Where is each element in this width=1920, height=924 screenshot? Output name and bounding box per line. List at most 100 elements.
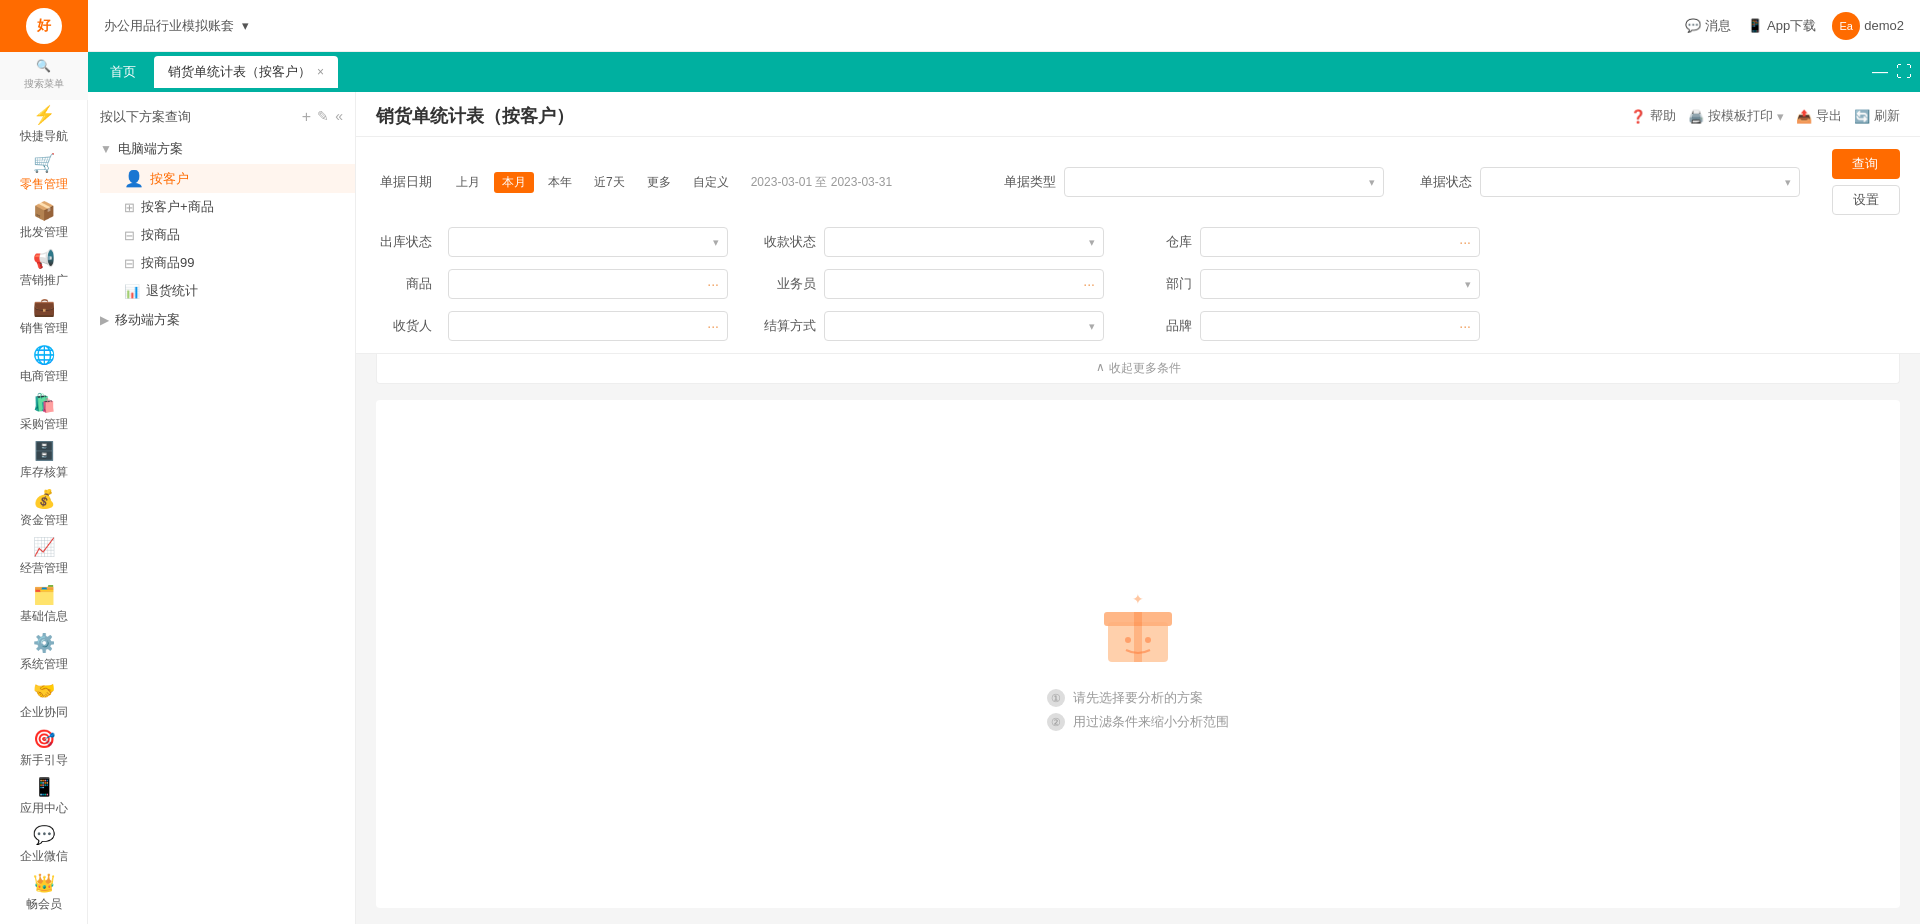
app-download-button[interactable]: 📱 App下载 xyxy=(1747,17,1816,35)
hint-num-1: ① xyxy=(1047,689,1065,707)
refresh-button[interactable]: 🔄 刷新 xyxy=(1854,107,1900,125)
tab-home[interactable]: 首页 xyxy=(96,56,150,88)
message-button[interactable]: 💬 消息 xyxy=(1685,17,1731,35)
date-btn-custom[interactable]: 自定义 xyxy=(685,172,737,193)
collapse-bar[interactable]: ∧ 收起更多条件 xyxy=(376,354,1900,384)
settlement-select[interactable]: ▾ xyxy=(824,311,1104,341)
content-area: 按以下方案查询 + ✎ « ▼ 电脑端方案 👤 按客户 ⊞ 按客 xyxy=(88,92,1920,924)
tab-active[interactable]: 销货单统计表（按客户） × xyxy=(154,56,338,88)
tree-item-return-stats[interactable]: 📊 退货统计 xyxy=(100,277,355,305)
salesperson-ellipsis[interactable]: ··· xyxy=(1083,276,1095,292)
warehouse-ellipsis[interactable]: ··· xyxy=(1459,234,1471,250)
tree-section-mobile[interactable]: ▶ 移动端方案 xyxy=(88,305,355,335)
sidebar-item-label: 企业协同 xyxy=(20,704,68,721)
product-input[interactable]: ··· xyxy=(448,269,728,299)
fullscreen-icon[interactable]: ⛶ xyxy=(1896,63,1912,81)
tab-close-icon[interactable]: × xyxy=(317,65,324,79)
sidebar-item-retail[interactable]: 🛒 零售管理 xyxy=(0,148,88,196)
out-status-select[interactable]: ▾ xyxy=(448,227,728,257)
brand-input[interactable]: ··· xyxy=(1200,311,1480,341)
receipt-status-dropdown-icon: ▾ xyxy=(1089,236,1095,249)
dept-select[interactable]: ▾ xyxy=(1200,269,1480,299)
filter-area: 单据日期 上月 本月 本年 近7天 更多 自定义 2023-03-01 至 20… xyxy=(356,137,1920,354)
consignee-input[interactable]: ··· xyxy=(448,311,728,341)
tree-item-by-customer[interactable]: 👤 按客户 xyxy=(100,164,355,193)
sidebar-item-enterprise[interactable]: 🤝 企业协同 xyxy=(0,676,88,724)
hint-num-2: ② xyxy=(1047,713,1065,731)
date-btn-last-month[interactable]: 上月 xyxy=(448,172,488,193)
sidebar-item-wholesale[interactable]: 📦 批发管理 xyxy=(0,196,88,244)
tree-section-mobile-label: 移动端方案 xyxy=(115,311,180,329)
sidebar-item-sales[interactable]: 💼 销售管理 xyxy=(0,292,88,340)
tabbar: 首页 销货单统计表（按客户） × — ⛶ xyxy=(88,52,1920,92)
salesperson-input[interactable]: ··· xyxy=(824,269,1104,299)
brand-ellipsis[interactable]: ··· xyxy=(1459,318,1471,334)
quicknav-icon: ⚡ xyxy=(33,104,55,126)
page-header: 销货单统计表（按客户） ❓ 帮助 🖨️ 按模板打印 ▾ 📤 导出 xyxy=(356,92,1920,137)
query-button[interactable]: 查询 xyxy=(1832,149,1900,179)
sidebar-item-wechat[interactable]: 💬 企业微信 xyxy=(0,820,88,868)
sidebar-item-purchase[interactable]: 🛍️ 采购管理 xyxy=(0,388,88,436)
brand-label: 品牌 xyxy=(1136,317,1192,335)
tree-item-customer-product[interactable]: ⊞ 按客户+商品 xyxy=(100,193,355,221)
filter-row-1: 单据日期 上月 本月 本年 近7天 更多 自定义 2023-03-01 至 20… xyxy=(376,149,1900,215)
sidebar-item-operations[interactable]: 📈 经营管理 xyxy=(0,532,88,580)
out-status-dropdown-icon: ▾ xyxy=(713,236,719,249)
tree-arrow-desktop: ▼ xyxy=(100,142,112,156)
sidebar-item-marketing[interactable]: 📢 营销推广 xyxy=(0,244,88,292)
consignee-ellipsis[interactable]: ··· xyxy=(707,318,719,334)
date-btn-this-month[interactable]: 本月 xyxy=(494,172,534,193)
date-btn-this-year[interactable]: 本年 xyxy=(540,172,580,193)
retail-icon: 🛒 xyxy=(33,152,55,174)
minimize-icon[interactable]: — xyxy=(1872,63,1888,81)
order-status-label: 单据状态 xyxy=(1416,173,1472,191)
inventory-icon: 🗄️ xyxy=(33,440,55,462)
sidebar-item-inventory[interactable]: 🗄️ 库存核算 xyxy=(0,436,88,484)
finance-icon: 💰 xyxy=(33,488,55,510)
product-icon: ⊟ xyxy=(124,228,135,243)
print-button[interactable]: 🖨️ 按模板打印 ▾ xyxy=(1688,107,1784,125)
purchase-icon: 🛍️ xyxy=(33,392,55,414)
sidebar-item-system[interactable]: ⚙️ 系统管理 xyxy=(0,628,88,676)
enterprise-icon: 🤝 xyxy=(33,680,55,702)
product-ellipsis[interactable]: ··· xyxy=(707,276,719,292)
help-button[interactable]: ❓ 帮助 xyxy=(1630,107,1676,125)
collapse-up-icon: ∧ xyxy=(1096,360,1105,377)
tree-item-by-product99[interactable]: ⊟ 按商品99 xyxy=(100,249,355,277)
topbar-title: 办公用品行业模拟账套 xyxy=(104,17,234,35)
receipt-status-label: 收款状态 xyxy=(760,233,816,251)
sidebar-item-ecommerce[interactable]: 🌐 电商管理 xyxy=(0,340,88,388)
tree-item-by-product[interactable]: ⊟ 按商品 xyxy=(100,221,355,249)
date-btn-more[interactable]: 更多 xyxy=(639,172,679,193)
sidebar-item-basic[interactable]: 🗂️ 基础信息 xyxy=(0,580,88,628)
dept-dropdown-icon: ▾ xyxy=(1465,278,1471,291)
user-profile[interactable]: Ea demo2 xyxy=(1832,12,1904,40)
message-icon: 💬 xyxy=(1685,18,1701,33)
brand-field: 品牌 ··· xyxy=(1136,311,1480,341)
sidebar-item-member[interactable]: 👑 畅会员 xyxy=(0,868,88,916)
ecommerce-icon: 🌐 xyxy=(33,344,55,366)
system-icon: ⚙️ xyxy=(33,632,55,654)
sidebar-item-appcenter[interactable]: 📱 应用中心 xyxy=(0,772,88,820)
tab-controls: — ⛶ xyxy=(1872,63,1912,81)
order-type-select[interactable]: ▾ xyxy=(1064,167,1384,197)
tree-section-desktop[interactable]: ▼ 电脑端方案 xyxy=(88,134,355,164)
order-status-select[interactable]: ▾ xyxy=(1480,167,1800,197)
page-title: 销货单统计表（按客户） xyxy=(376,104,574,128)
order-status-field: 单据状态 ▾ xyxy=(1416,167,1800,197)
edit-scheme-icon[interactable]: ✎ xyxy=(317,108,329,126)
setting-button[interactable]: 设置 xyxy=(1832,185,1900,215)
date-btn-last7[interactable]: 近7天 xyxy=(586,172,633,193)
date-range-text: 2023-03-01 至 2023-03-31 xyxy=(751,174,892,191)
collapse-scheme-icon[interactable]: « xyxy=(335,108,343,126)
sidebar-item-search[interactable]: 🔍 搜索菜单 xyxy=(0,52,88,100)
topbar-dropdown[interactable]: ▾ xyxy=(242,18,249,33)
export-button[interactable]: 📤 导出 xyxy=(1796,107,1842,125)
sidebar-item-finance[interactable]: 💰 资金管理 xyxy=(0,484,88,532)
avatar: Ea xyxy=(1832,12,1860,40)
sidebar-item-quicknav[interactable]: ⚡ 快捷导航 xyxy=(0,100,88,148)
sidebar-item-newguide[interactable]: 🎯 新手引导 xyxy=(0,724,88,772)
receipt-status-select[interactable]: ▾ xyxy=(824,227,1104,257)
add-scheme-icon[interactable]: + xyxy=(302,108,311,126)
warehouse-input[interactable]: ··· xyxy=(1200,227,1480,257)
